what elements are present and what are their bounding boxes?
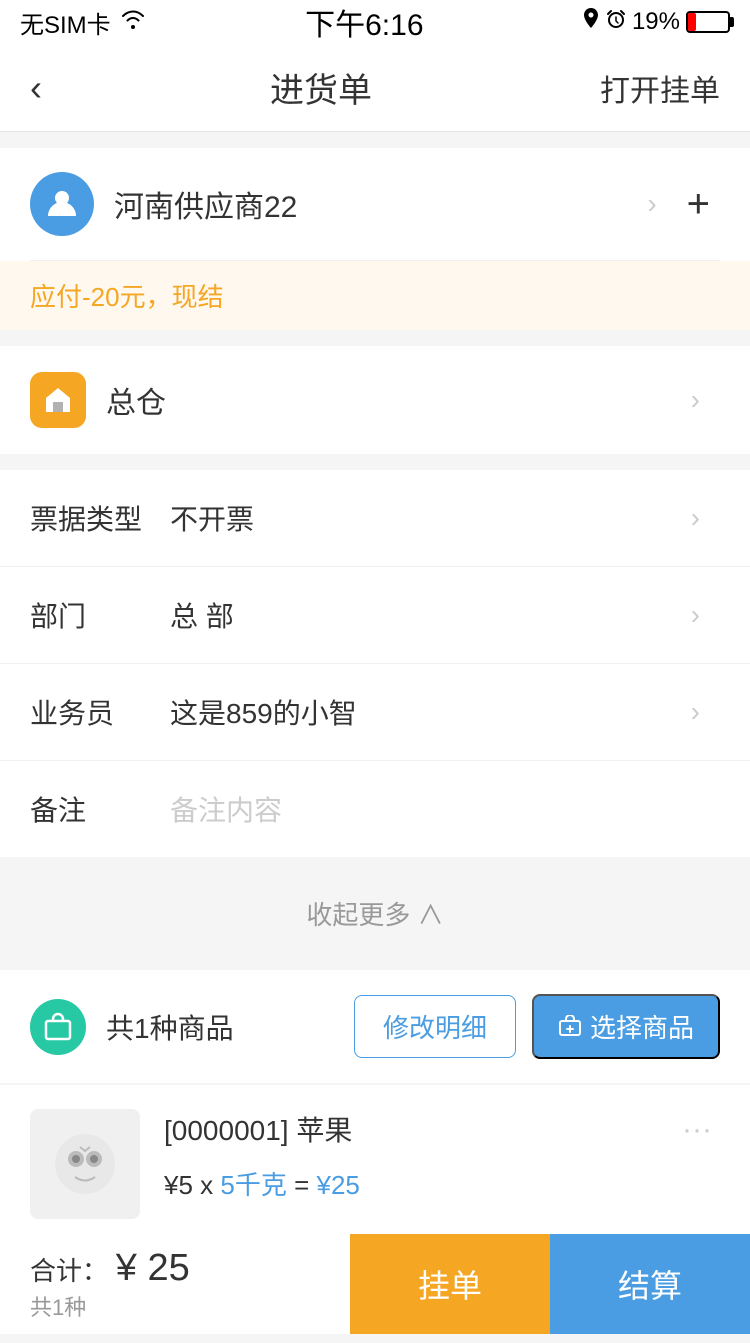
- warning-bar: 应付-20元，现结: [0, 261, 750, 330]
- warehouse-row[interactable]: 总仓 ›: [0, 346, 750, 454]
- product-thumbnail: [30, 1109, 140, 1219]
- page-title: 进货单: [270, 63, 372, 112]
- remark-placeholder: 备注内容: [170, 789, 720, 829]
- total-count: 共1种: [30, 1290, 320, 1322]
- supplier-avatar: [30, 172, 94, 236]
- status-bar-left: 无SIM卡: [20, 5, 147, 40]
- battery-icon: [686, 11, 730, 33]
- products-icon: [30, 999, 86, 1055]
- select-product-label: 选择商品: [590, 1008, 694, 1045]
- warehouse-name: 总仓: [106, 378, 691, 422]
- total-amount: ¥ 25: [116, 1247, 190, 1289]
- status-bar-right: 19%: [582, 8, 730, 37]
- invoice-label: 票据类型: [30, 498, 150, 538]
- product-unit-price: ¥5: [164, 1170, 193, 1200]
- supplier-chevron-icon: ›: [647, 188, 656, 220]
- location-icon: [582, 8, 600, 37]
- total-section: 合计： ¥ 25 共1种: [0, 1247, 350, 1322]
- battery-percent: 19%: [632, 8, 680, 36]
- product-more-button[interactable]: ···: [674, 1109, 720, 1151]
- department-label: 部门: [30, 595, 150, 635]
- product-name: [0000001] 苹果: [164, 1109, 674, 1149]
- salesperson-chevron-icon: ›: [691, 696, 700, 728]
- bottom-bar: 合计： ¥ 25 共1种 挂单 结算: [0, 1234, 750, 1334]
- product-info: [0000001] 苹果 ¥5 x 5千克 = ¥25: [164, 1109, 674, 1202]
- open-hang-button[interactable]: 打开挂单: [600, 66, 720, 110]
- department-row[interactable]: 部门 总 部 ›: [0, 567, 750, 664]
- select-product-button[interactable]: 选择商品: [532, 994, 720, 1059]
- department-chevron-icon: ›: [691, 599, 700, 631]
- warehouse-icon: [30, 372, 86, 428]
- salesperson-label: 业务员: [30, 692, 150, 732]
- status-time: 下午6:16: [305, 0, 423, 44]
- product-equals: =: [294, 1170, 316, 1200]
- hang-button[interactable]: 挂单: [350, 1234, 550, 1334]
- products-count: 共1种商品: [106, 1007, 354, 1047]
- salesperson-value: 这是859的小智: [170, 692, 691, 732]
- main-content: 河南供应商22 › + 应付-20元，现结 总仓 › 票据类型 不开票 › 部: [0, 132, 750, 1343]
- invoice-value: 不开票: [170, 498, 691, 538]
- supplier-card: 河南供应商22 › + 应付-20元，现结: [0, 148, 750, 330]
- supplier-row[interactable]: 河南供应商22 › +: [0, 148, 750, 260]
- product-code: [0000001]: [164, 1115, 289, 1146]
- product-name-text: 苹果: [296, 1115, 352, 1146]
- product-total: ¥25: [317, 1170, 360, 1200]
- warehouse-card[interactable]: 总仓 ›: [0, 346, 750, 454]
- wifi-icon: [119, 9, 147, 35]
- alarm-icon: [606, 8, 626, 36]
- modify-detail-button[interactable]: 修改明细: [354, 995, 516, 1058]
- product-price: ¥5 x 5千克 = ¥25: [164, 1165, 674, 1202]
- add-button[interactable]: +: [677, 182, 720, 227]
- department-value: 总 部: [170, 595, 691, 635]
- form-card: 票据类型 不开票 › 部门 总 部 › 业务员 这是859的小智 › 备注 备注…: [0, 470, 750, 857]
- product-item: [0000001] 苹果 ¥5 x 5千克 = ¥25 ···: [0, 1085, 750, 1243]
- remark-row[interactable]: 备注 备注内容: [0, 761, 750, 857]
- checkout-button[interactable]: 结算: [550, 1234, 750, 1334]
- remark-label: 备注: [30, 789, 150, 829]
- warehouse-chevron-icon: ›: [691, 384, 700, 416]
- nav-bar: ‹ 进货单 打开挂单: [0, 44, 750, 132]
- products-header: 共1种商品 修改明细 选择商品: [0, 970, 750, 1083]
- back-button[interactable]: ‹: [30, 67, 42, 109]
- supplier-name: 河南供应商22: [114, 182, 647, 226]
- total-label: 合计：: [30, 1256, 108, 1286]
- invoice-row[interactable]: 票据类型 不开票 ›: [0, 470, 750, 567]
- product-multiply: x: [200, 1170, 220, 1200]
- salesperson-row[interactable]: 业务员 这是859的小智 ›: [0, 664, 750, 761]
- total-row: 合计： ¥ 25: [30, 1247, 320, 1290]
- status-bar: 无SIM卡 下午6:16 19%: [0, 0, 750, 44]
- product-quantity: 5千克: [220, 1170, 286, 1200]
- collapse-bar[interactable]: 收起更多 ∧: [0, 873, 750, 954]
- invoice-chevron-icon: ›: [691, 502, 700, 534]
- carrier-text: 无SIM卡: [20, 5, 111, 40]
